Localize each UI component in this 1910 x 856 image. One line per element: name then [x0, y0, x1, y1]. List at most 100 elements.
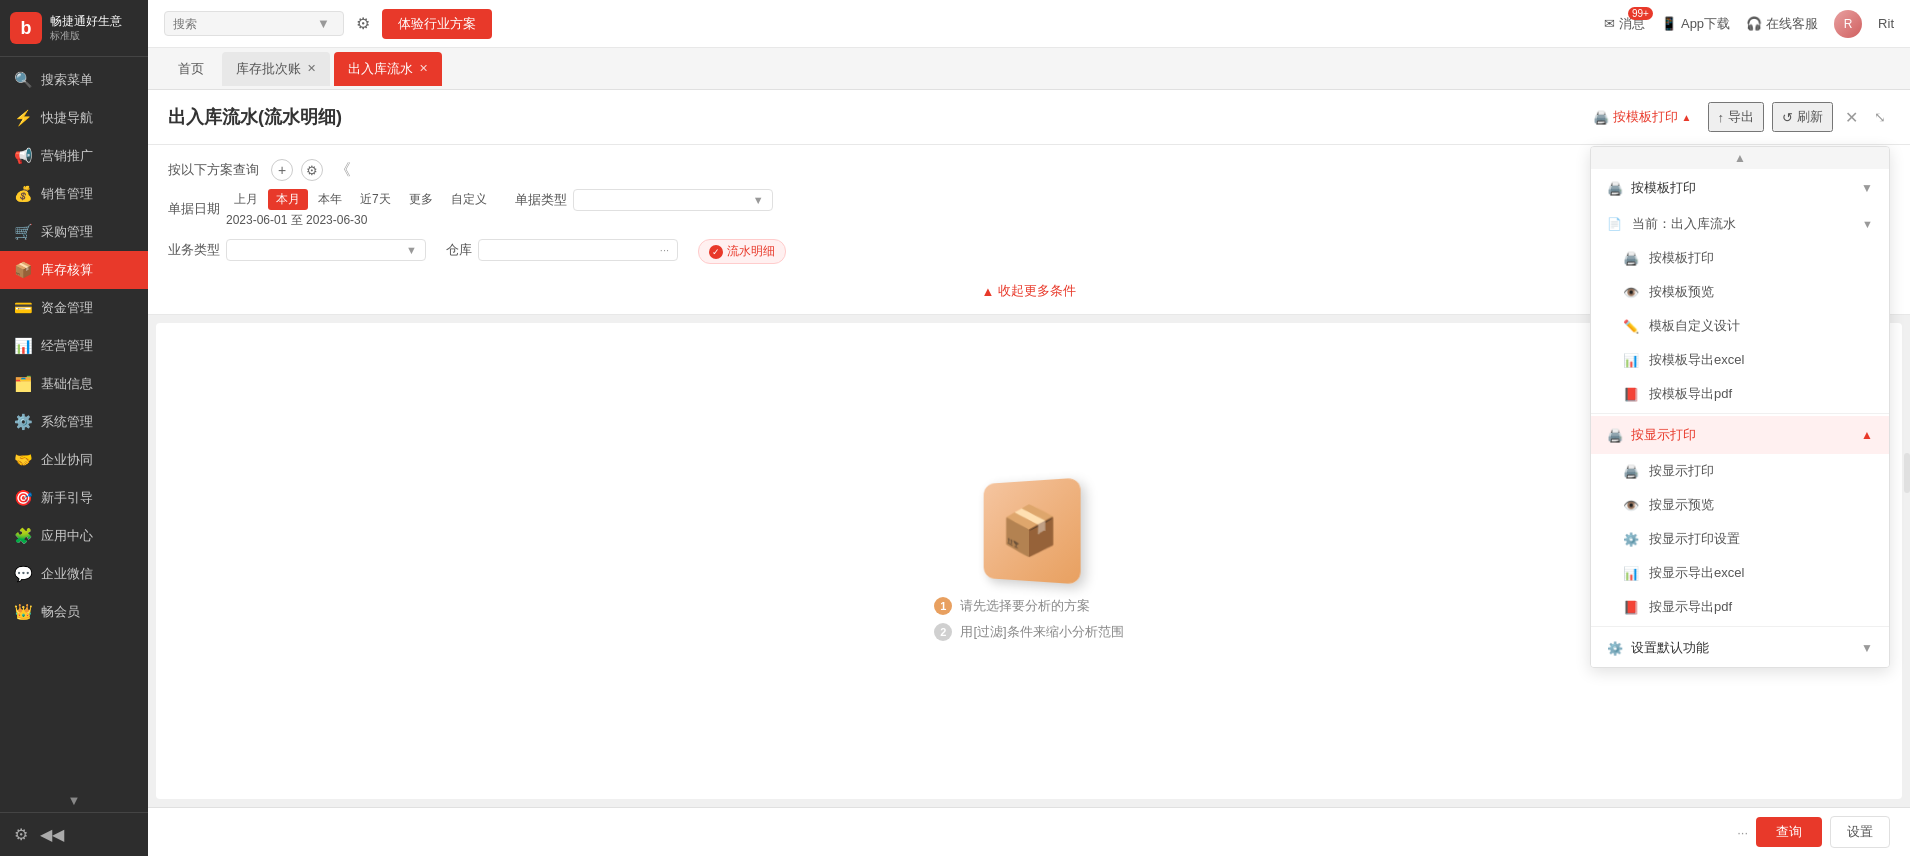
- date-tab-week[interactable]: 近7天: [352, 189, 399, 210]
- close-page-btn[interactable]: ✕: [1841, 104, 1862, 131]
- refresh-icon: ↺: [1782, 110, 1793, 125]
- display-export-pdf-item[interactable]: 📕 按显示导出pdf: [1591, 590, 1889, 624]
- filter-add-btn[interactable]: +: [271, 159, 293, 181]
- doc-icon: 📄: [1607, 217, 1622, 231]
- sidebar-item-coop[interactable]: 🤝 企业协同: [0, 441, 148, 479]
- sidebar-item-system[interactable]: ⚙️ 系统管理: [0, 403, 148, 441]
- message-btn[interactable]: ✉ 消息 99+: [1604, 15, 1645, 33]
- flash-icon: ⚡: [14, 109, 33, 127]
- trial-btn[interactable]: 体验行业方案: [382, 9, 492, 39]
- tab-flow[interactable]: 出入库流水 ✕: [334, 52, 442, 86]
- more-icon[interactable]: ···: [1737, 825, 1748, 840]
- business-type-select[interactable]: ▼: [226, 239, 426, 261]
- template-print-section-header[interactable]: 🖨️ 按模板打印 ▼: [1591, 169, 1889, 207]
- display-excel-icon: 📊: [1623, 566, 1639, 581]
- expand-page-btn[interactable]: ⤡: [1870, 105, 1890, 129]
- empty-icon: 📦: [984, 478, 1081, 585]
- dropdown-panel: ▲ 🖨️ 按模板打印 ▼ 📄 当前：出入库流水 ▼: [1590, 146, 1890, 668]
- tab-flow-close[interactable]: ✕: [419, 62, 428, 75]
- sidebar-item-search[interactable]: 🔍 搜索菜单: [0, 61, 148, 99]
- resize-handle[interactable]: [1904, 453, 1910, 493]
- section2-chevron-icon: ▲: [1861, 428, 1873, 442]
- inventory-icon: 📦: [14, 261, 33, 279]
- sidebar-item-operation[interactable]: 📊 经营管理: [0, 327, 148, 365]
- refresh-btn[interactable]: ↺ 刷新: [1772, 102, 1833, 132]
- sidebar-item-basic[interactable]: 🗂️ 基础信息: [0, 365, 148, 403]
- tab-home[interactable]: 首页: [164, 52, 218, 86]
- sidebar-item-label: 系统管理: [41, 413, 93, 431]
- sidebar-item-guide[interactable]: 🎯 新手引导: [0, 479, 148, 517]
- template-export-pdf-item[interactable]: 📕 按模板导出pdf: [1591, 377, 1889, 411]
- dropdown-divider1: [1591, 413, 1889, 414]
- online-service-label: 在线客服: [1766, 15, 1818, 33]
- coop-icon: 🤝: [14, 451, 33, 469]
- app-download-label: App下载: [1681, 15, 1730, 33]
- date-filter-group: 单据日期 上月 本月 本年 近7天 更多 自定义 2023-06-01 至 20…: [168, 189, 495, 229]
- warehouse-label: 仓库: [446, 241, 472, 259]
- design-item-icon: ✏️: [1623, 319, 1639, 334]
- template-preview-item[interactable]: 👁️ 按模板预览: [1591, 275, 1889, 309]
- sidebar-item-finance[interactable]: 💳 资金管理: [0, 289, 148, 327]
- vip-icon: 👑: [14, 603, 33, 621]
- date-tab-current[interactable]: 本月: [268, 189, 308, 210]
- settings-btn[interactable]: 设置: [1830, 816, 1890, 848]
- sidebar-item-label: 企业微信: [41, 565, 93, 583]
- template-print-item[interactable]: 🖨️ 按模板打印: [1591, 241, 1889, 275]
- tab-batch-close[interactable]: ✕: [307, 62, 316, 75]
- template-print-btn[interactable]: 🖨️ 按模板打印 ▲: [1585, 104, 1700, 130]
- display-print-settings-item[interactable]: ⚙️ 按显示打印设置: [1591, 522, 1889, 556]
- bill-type-select[interactable]: ▼: [573, 189, 773, 211]
- user-avatar[interactable]: R: [1834, 10, 1862, 38]
- sidebar-item-vip[interactable]: 👑 畅会员: [0, 593, 148, 631]
- app-logo-sub: 标准版: [50, 29, 122, 43]
- date-tab-custom[interactable]: 自定义: [443, 189, 495, 210]
- date-tab-prev[interactable]: 上月: [226, 189, 266, 210]
- filter-tag[interactable]: ✓ 流水明细: [698, 239, 786, 264]
- sidebar-item-label: 营销推广: [41, 147, 93, 165]
- tip2-num: 2: [934, 623, 952, 641]
- app-download-btn[interactable]: 📱 App下载: [1661, 15, 1730, 33]
- printer-section-icon: 🖨️: [1607, 181, 1623, 196]
- header-gear-icon[interactable]: ⚙: [356, 14, 370, 33]
- display-settings-icon: ⚙️: [1623, 532, 1639, 547]
- sidebar-item-quick-nav[interactable]: ⚡ 快捷导航: [0, 99, 148, 137]
- sidebar-item-marketing[interactable]: 📢 营销推广: [0, 137, 148, 175]
- export-btn[interactable]: ↑ 导出: [1708, 102, 1765, 132]
- bottom-bar: ··· 查询 设置: [148, 807, 1910, 856]
- dropdown-scroll-up[interactable]: ▲: [1591, 147, 1889, 169]
- template-design-item[interactable]: ✏️ 模板自定义设计: [1591, 309, 1889, 343]
- system-icon: ⚙️: [14, 413, 33, 431]
- query-btn[interactable]: 查询: [1756, 817, 1822, 847]
- online-service-btn[interactable]: 🎧 在线客服: [1746, 15, 1818, 33]
- template-export-excel-item[interactable]: 📊 按模板导出excel: [1591, 343, 1889, 377]
- tab-batch[interactable]: 库存批次账 ✕: [222, 52, 330, 86]
- date-tab-year[interactable]: 本年: [310, 189, 350, 210]
- collapse-sidebar-icon[interactable]: ◀◀: [40, 825, 64, 844]
- date-range: 2023-06-01 至 2023-06-30: [226, 212, 495, 229]
- wechat-icon: 💬: [14, 565, 33, 583]
- warehouse-select[interactable]: ···: [478, 239, 678, 261]
- display-print-item[interactable]: 🖨️ 按显示打印: [1591, 454, 1889, 488]
- sidebar-item-wechat[interactable]: 💬 企业微信: [0, 555, 148, 593]
- sidebar-item-inventory[interactable]: 📦 库存核算: [0, 251, 148, 289]
- filter-collapse-btn[interactable]: 《: [335, 160, 351, 181]
- search-bar[interactable]: ▼: [164, 11, 344, 36]
- filter-settings-btn[interactable]: ⚙: [301, 159, 323, 181]
- sidebar-item-purchase[interactable]: 🛒 采购管理: [0, 213, 148, 251]
- collapse-more-btn[interactable]: ▲ 收起更多条件: [982, 282, 1077, 300]
- sidebar-scroll-down[interactable]: ▼: [0, 789, 148, 812]
- current-template-item[interactable]: 📄 当前：出入库流水 ▼: [1591, 207, 1889, 241]
- search-chevron-icon[interactable]: ▼: [317, 16, 330, 31]
- search-input[interactable]: [173, 17, 313, 31]
- sidebar-item-sales[interactable]: 💰 销售管理: [0, 175, 148, 213]
- display-preview-item[interactable]: 👁️ 按显示预览: [1591, 488, 1889, 522]
- default-func-section-header[interactable]: ⚙️ 设置默认功能 ▼: [1591, 629, 1889, 667]
- tab-bar: 首页 库存批次账 ✕ 出入库流水 ✕: [148, 48, 1910, 90]
- username: Rit: [1878, 16, 1894, 31]
- display-export-excel-item[interactable]: 📊 按显示导出excel: [1591, 556, 1889, 590]
- display-print-section-header[interactable]: 🖨️ 按显示打印 ▲: [1591, 416, 1889, 454]
- date-tab-more[interactable]: 更多: [401, 189, 441, 210]
- sidebar-item-apps[interactable]: 🧩 应用中心: [0, 517, 148, 555]
- purchase-icon: 🛒: [14, 223, 33, 241]
- settings-icon[interactable]: ⚙: [14, 825, 28, 844]
